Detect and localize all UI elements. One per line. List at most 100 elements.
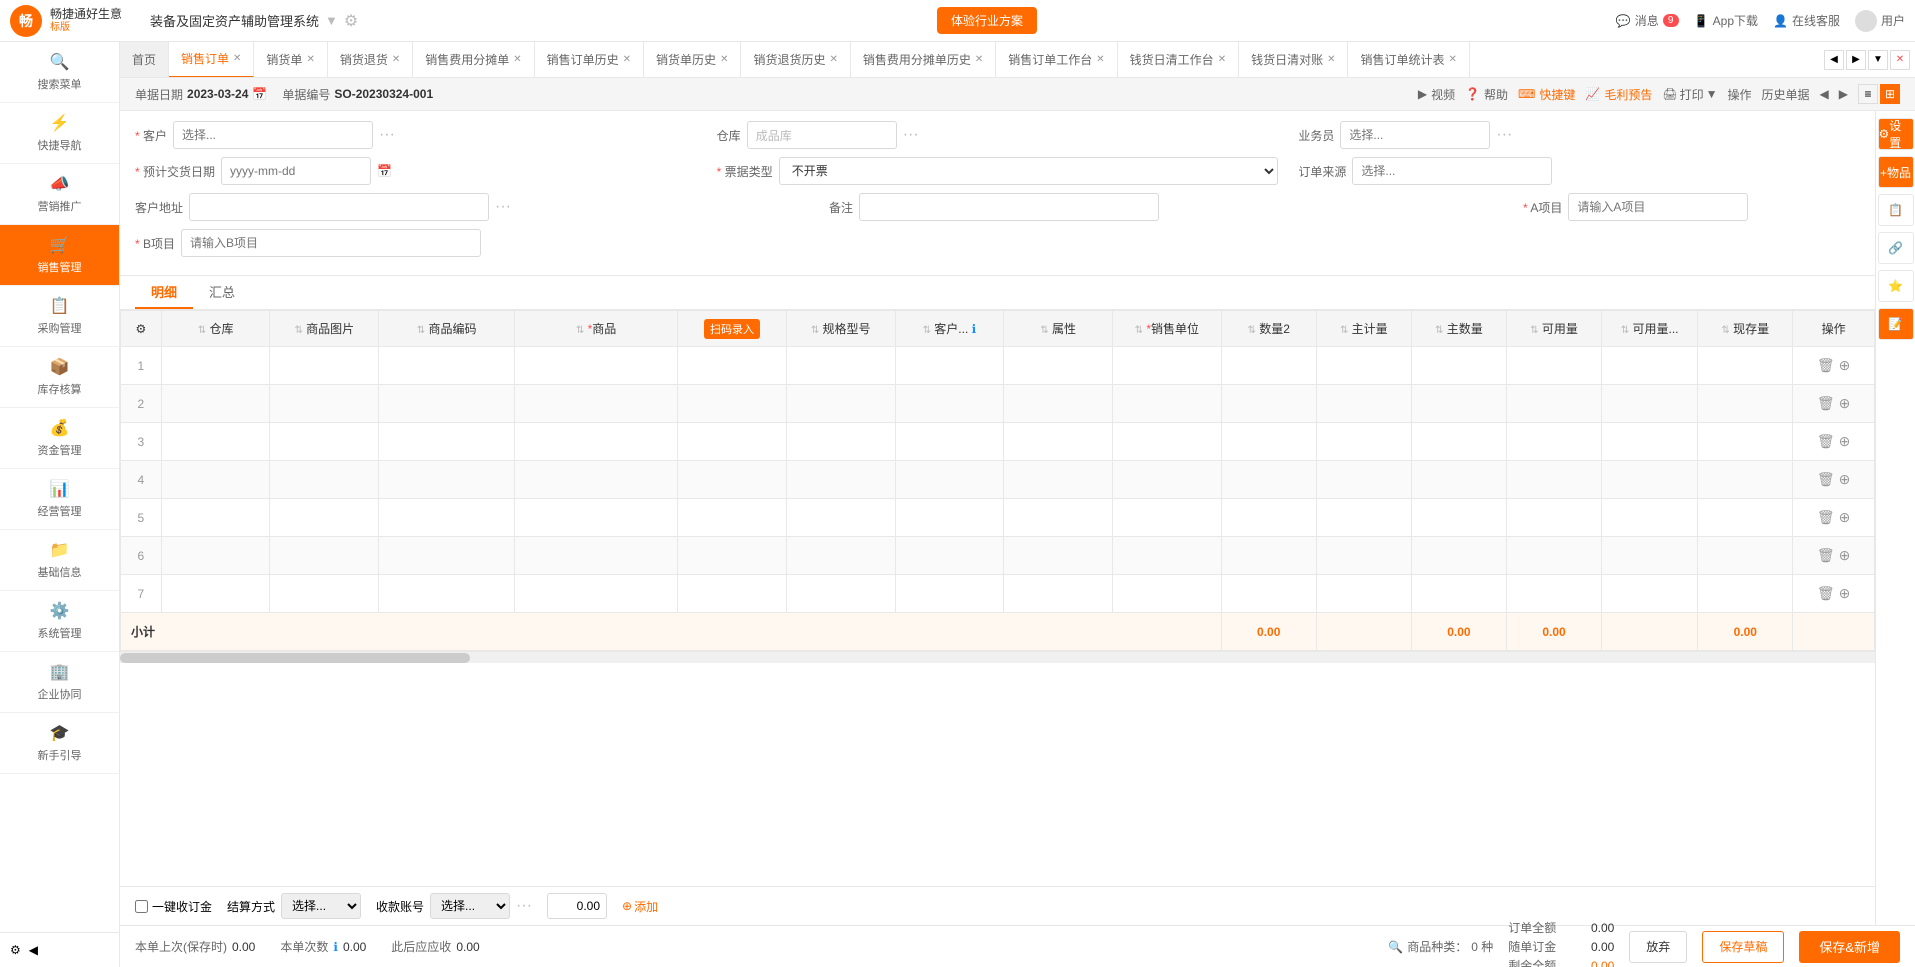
tab-sales-statistics[interactable]: 销售订单统计表 ✕ (1348, 42, 1469, 78)
list-view-btn[interactable]: ≡ (1858, 84, 1878, 104)
tab-close-statistics[interactable]: ✕ (1449, 54, 1457, 65)
sidebar-item-system[interactable]: ⚙️ 系统管理 (0, 591, 119, 652)
tab-sales-bill[interactable]: 销货单 ✕ (254, 42, 327, 78)
project-a-input[interactable] (1568, 193, 1748, 221)
copy-row-1-icon[interactable]: ⊕ (1839, 357, 1851, 374)
tab-close-expense-split[interactable]: ✕ (513, 54, 521, 65)
user-item[interactable]: 用户 (1855, 10, 1905, 32)
amount-input[interactable] (547, 893, 607, 919)
copy-row-3-icon[interactable]: ⊕ (1839, 433, 1851, 450)
col-scan[interactable]: 扫码录入 (678, 311, 787, 347)
col-config[interactable]: ⚙ (121, 311, 162, 347)
customer-dots-btn[interactable]: ··· (379, 126, 395, 144)
one-click-checkbox[interactable]: 一键收订金 (135, 898, 212, 915)
account-dots-btn[interactable]: ··· (516, 897, 532, 915)
invoice-select[interactable]: 不开票 增值税普通发票 增值税专用发票 (779, 157, 1279, 185)
tab-close-all[interactable]: ✕ (1890, 50, 1910, 70)
horizontal-scrollbar[interactable] (120, 651, 1875, 663)
tab-nav-left[interactable]: ◀ (1824, 50, 1844, 70)
discard-button[interactable]: 放弃 (1629, 931, 1687, 963)
delivery-calendar-icon[interactable]: 📅 (377, 164, 392, 178)
tab-sales-expense-split[interactable]: 销售费用分摊单 ✕ (413, 42, 534, 78)
profit-action[interactable]: 📈 毛利预告 (1585, 86, 1652, 103)
tab-cash-daily-account[interactable]: 钱货日清对账 ✕ (1239, 42, 1348, 78)
tab-sales-order-history[interactable]: 销售订单历史 ✕ (535, 42, 644, 78)
operation-action[interactable]: 操作 (1728, 86, 1752, 103)
warehouse-dots-btn[interactable]: ··· (903, 126, 919, 144)
sidebar-item-nav[interactable]: ⚡ 快捷导航 (0, 103, 119, 164)
sidebar-item-guide[interactable]: 🎓 新手引导 (0, 713, 119, 774)
industry-solution-button[interactable]: 体验行业方案 (937, 7, 1037, 34)
tab-nav-menu[interactable]: ▼ (1868, 50, 1888, 70)
payment-select[interactable]: 选择... (281, 893, 361, 919)
delivery-date-input[interactable] (221, 157, 371, 185)
sidebar-bottom[interactable]: ⚙ ◀ (0, 932, 119, 967)
tab-nav-right[interactable]: ▶ (1846, 50, 1866, 70)
remarks-input[interactable] (859, 193, 1159, 221)
tab-sales-return-history[interactable]: 销货退货历史 ✕ (741, 42, 850, 78)
add-material-btn[interactable]: +物品 (1878, 156, 1914, 188)
salesperson-dots-btn[interactable]: ··· (1496, 126, 1512, 144)
tab-close-sales-bill[interactable]: ✕ (306, 54, 314, 65)
goods-count[interactable]: 🔍 商品种类： 0 种 (1388, 938, 1493, 955)
tab-sales-return[interactable]: 销货退货 ✕ (328, 42, 413, 78)
add-payment-button[interactable]: ⊕ 添加 (622, 898, 658, 915)
prev-record-action[interactable]: ◀ (1820, 87, 1829, 101)
delete-row-5-icon[interactable]: 🗑 (1817, 509, 1835, 526)
calendar-icon[interactable]: 📅 (252, 87, 267, 101)
delete-row-4-icon[interactable]: 🗑 (1817, 471, 1835, 488)
view-action[interactable]: ▶ 视频 (1418, 86, 1455, 103)
sidebar-item-finance[interactable]: 💰 资金管理 (0, 408, 119, 469)
project-b-input[interactable] (181, 229, 481, 257)
sidebar-item-purchase[interactable]: 📋 采购管理 (0, 286, 119, 347)
tab-close-order-history[interactable]: ✕ (623, 54, 631, 65)
tab-sales-bill-history[interactable]: 销货单历史 ✕ (644, 42, 741, 78)
sidebar-item-inventory[interactable]: 📦 库存核算 (0, 347, 119, 408)
copy-row-5-icon[interactable]: ⊕ (1839, 509, 1851, 526)
next-record-action[interactable]: ▶ (1839, 87, 1848, 101)
tab-close-return-history[interactable]: ✕ (829, 54, 837, 65)
panel-btn-3[interactable]: ⭐ (1878, 270, 1914, 302)
tab-cash-daily-workbench[interactable]: 钱货日清工作台 ✕ (1118, 42, 1239, 78)
copy-row-4-icon[interactable]: ⊕ (1839, 471, 1851, 488)
copy-row-2-icon[interactable]: ⊕ (1839, 395, 1851, 412)
history-action[interactable]: 历史单据 (1762, 86, 1810, 103)
tab-close-order-workbench[interactable]: ✕ (1096, 54, 1104, 65)
app-download-item[interactable]: 📱 App下载 (1694, 12, 1758, 29)
sidebar-item-basic[interactable]: 📁 基础信息 (0, 530, 119, 591)
scrollbar-thumb[interactable] (120, 653, 470, 663)
delete-row-3-icon[interactable]: 🗑 (1817, 433, 1835, 450)
copy-row-6-icon[interactable]: ⊕ (1839, 547, 1851, 564)
tab-detail[interactable]: 明细 (135, 276, 193, 309)
tab-expense-history[interactable]: 销售费用分摊单历史 ✕ (851, 42, 996, 78)
message-item[interactable]: 💬 消息 9 (1616, 12, 1679, 29)
one-click-checkbox-input[interactable] (135, 900, 148, 913)
delete-row-6-icon[interactable]: 🗑 (1817, 547, 1835, 564)
address-dots-btn[interactable]: ··· (495, 198, 511, 216)
shortcut-action[interactable]: ⌨ 快捷键 (1518, 86, 1575, 103)
online-service-item[interactable]: 👤 在线客服 (1773, 12, 1840, 29)
sidebar-item-sales[interactable]: 🛒 销售管理 (0, 225, 119, 286)
sidebar-item-operations[interactable]: 📊 经营管理 (0, 469, 119, 530)
tab-home[interactable]: 首页 (120, 42, 169, 78)
tab-close-sales-return[interactable]: ✕ (392, 54, 400, 65)
settings-gear-icon[interactable]: ⚙ (344, 11, 358, 31)
panel-btn-4[interactable]: 📝 (1878, 308, 1914, 340)
delete-row-7-icon[interactable]: 🗑 (1817, 585, 1835, 602)
salesperson-input[interactable] (1340, 121, 1490, 149)
customer-input[interactable] (173, 121, 373, 149)
tab-close-cash-workbench[interactable]: ✕ (1218, 54, 1226, 65)
address-input[interactable] (189, 193, 489, 221)
sidebar-item-enterprise[interactable]: 🏢 企业协同 (0, 652, 119, 713)
sidebar-item-search[interactable]: 🔍 搜索菜单 (0, 42, 119, 103)
tab-order-workbench[interactable]: 销售订单工作台 ✕ (996, 42, 1117, 78)
tab-close-cash-account[interactable]: ✕ (1327, 54, 1335, 65)
save-new-button[interactable]: 保存&新增 (1799, 931, 1900, 963)
order-source-input[interactable] (1352, 157, 1552, 185)
delete-row-1-icon[interactable]: 🗑 (1817, 357, 1835, 374)
copy-row-7-icon[interactable]: ⊕ (1839, 585, 1851, 602)
tab-sales-order[interactable]: 销售订单 ✕ (169, 42, 254, 78)
tab-summary[interactable]: 汇总 (193, 276, 251, 309)
print-action[interactable]: 🖨 打印 ▼ (1662, 86, 1717, 103)
tab-close-expense-history[interactable]: ✕ (975, 54, 983, 65)
